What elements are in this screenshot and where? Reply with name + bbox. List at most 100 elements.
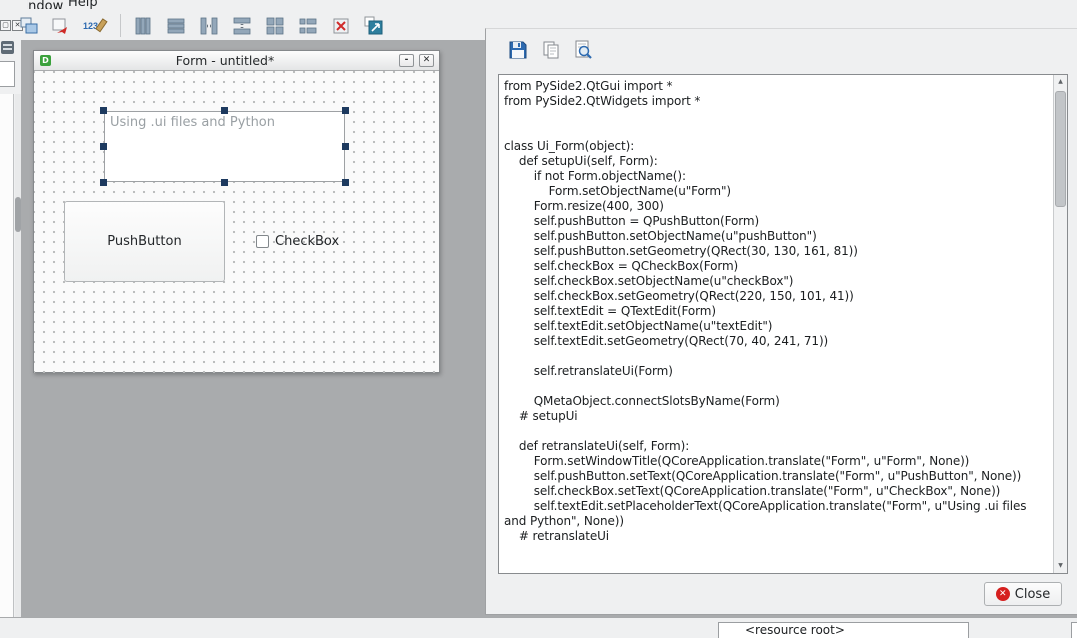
layout-horizontal-button[interactable] xyxy=(163,13,189,39)
copy-button[interactable] xyxy=(539,38,563,62)
save-icon xyxy=(507,39,529,61)
code-line: self.textEdit = QTextEdit(Form) xyxy=(504,304,1051,319)
selection-handle[interactable] xyxy=(100,143,107,150)
splitter-horizontal-button[interactable] xyxy=(229,13,255,39)
code-line xyxy=(504,109,1051,124)
form-canvas[interactable]: Using .ui files and Python PushButton Ch… xyxy=(34,71,439,373)
edit-widgets-icon xyxy=(19,16,39,36)
code-scrollbar-thumb[interactable] xyxy=(1055,91,1066,207)
code-line: self.textEdit.setPlaceholderText(QCoreAp… xyxy=(504,499,1051,514)
code-preview-dialog: from PySide2.QtGui import *from PySide2.… xyxy=(485,28,1077,615)
close-window-button[interactable]: ✕ xyxy=(419,54,434,67)
break-layout-icon xyxy=(331,16,351,36)
selection-handle[interactable] xyxy=(100,179,107,186)
code-line: self.pushButton.setGeometry(QRect(30, 13… xyxy=(504,244,1051,259)
code-line: self.checkBox = QCheckBox(Form) xyxy=(504,259,1051,274)
edit-widgets-button[interactable] xyxy=(16,13,42,39)
resource-list[interactable]: <resource root> xyxy=(718,622,969,638)
find-icon xyxy=(572,39,594,61)
break-layout-button[interactable] xyxy=(328,13,354,39)
form-editor-window: D Form - untitled* - ✕ Using .ui files a… xyxy=(33,50,440,373)
checkbox-indicator[interactable] xyxy=(256,235,269,248)
menubar: Window Help xyxy=(0,0,1077,9)
widget-box-list[interactable] xyxy=(0,94,14,638)
code-line: self.pushButton.setText(QCoreApplication… xyxy=(504,469,1051,484)
code-view[interactable]: from PySide2.QtGui import *from PySide2.… xyxy=(498,74,1068,574)
layout-grid-button[interactable] xyxy=(262,13,288,39)
find-button[interactable] xyxy=(571,38,595,62)
code-line: def setupUi(self, Form): xyxy=(504,154,1051,169)
code-line: # retranslateUi xyxy=(504,529,1051,544)
splitter-vertical-icon xyxy=(199,16,219,36)
close-icon: ✕ xyxy=(996,587,1010,601)
code-line: self.pushButton.setObjectName(u"pushButt… xyxy=(504,229,1051,244)
close-button-label: Close xyxy=(1015,587,1050,602)
form-window-titlebar[interactable]: D Form - untitled* - ✕ xyxy=(34,51,439,71)
code-line: from PySide2.QtWidgets import * xyxy=(504,94,1051,109)
code-line: class Ui_Form(object): xyxy=(504,139,1051,154)
code-line: self.textEdit.setObjectName(u"textEdit") xyxy=(504,319,1051,334)
menu-window[interactable]: Window xyxy=(27,0,65,9)
code-line: and Python", None)) xyxy=(504,514,1051,529)
edit-signals-button[interactable] xyxy=(48,13,74,39)
edit-tab-order-icon: 123 xyxy=(82,16,108,36)
widget-filter-input[interactable] xyxy=(0,61,15,87)
layout-vertical-icon xyxy=(133,16,153,36)
resource-panel-fragment xyxy=(1071,622,1077,638)
code-line: def retranslateUi(self, Form): xyxy=(504,439,1051,454)
copy-icon xyxy=(540,39,562,61)
splitter-vertical-button[interactable] xyxy=(196,13,222,39)
checkbox-widget[interactable]: CheckBox xyxy=(254,221,355,262)
code-line: Form.setObjectName(u"Form") xyxy=(504,184,1051,199)
layout-vertical-button[interactable] xyxy=(130,13,156,39)
edit-tab-order-button[interactable]: 123 xyxy=(80,13,110,39)
adjust-size-button[interactable] xyxy=(361,13,387,39)
selection-handle[interactable] xyxy=(342,179,349,186)
layout-form-button[interactable] xyxy=(295,13,321,39)
save-button[interactable] xyxy=(506,38,530,62)
splitter-horizontal-icon xyxy=(232,16,252,36)
scroll-down-arrow[interactable]: ▼ xyxy=(1054,559,1067,573)
close-button[interactable]: ✕ Close xyxy=(984,582,1062,606)
form-window-icon: D xyxy=(40,55,51,66)
code-line: Form.setWindowTitle(QCoreApplication.tra… xyxy=(504,454,1051,469)
code-line: self.checkBox.setText(QCoreApplication.t… xyxy=(504,484,1051,499)
code-scrollbar[interactable]: ▲ ▼ xyxy=(1053,75,1067,573)
layout-grid-icon xyxy=(265,16,285,36)
code-line xyxy=(504,349,1051,364)
code-line: self.checkBox.setObjectName(u"checkBox") xyxy=(504,274,1051,289)
selection-handle[interactable] xyxy=(342,143,349,150)
code-line: if not Form.objectName(): xyxy=(504,169,1051,184)
code-line: from PySide2.QtGui import * xyxy=(504,79,1051,94)
code-line: self.checkBox.setGeometry(QRect(220, 150… xyxy=(504,289,1051,304)
menu-help[interactable]: Help xyxy=(68,0,98,9)
selection-handle[interactable] xyxy=(100,107,107,114)
pushbutton-widget[interactable]: PushButton xyxy=(64,201,225,282)
code-line: self.pushButton = QPushButton(Form) xyxy=(504,214,1051,229)
scroll-up-arrow[interactable]: ▲ xyxy=(1054,75,1067,89)
selection-handle[interactable] xyxy=(221,179,228,186)
checkbox-label: CheckBox xyxy=(275,234,339,249)
selection-handle[interactable] xyxy=(221,107,228,114)
resource-browser-dock: <resource root> xyxy=(0,617,1077,638)
minimize-button[interactable]: - xyxy=(399,54,414,67)
code-line: QMetaObject.connectSlotsByName(Form) xyxy=(504,394,1051,409)
toolbar-separator xyxy=(120,14,121,37)
code-text: from PySide2.QtGui import *from PySide2.… xyxy=(499,75,1053,548)
layout-horizontal-icon xyxy=(166,16,186,36)
adjust-size-icon xyxy=(363,15,385,37)
edit-signals-icon xyxy=(51,16,71,36)
code-line xyxy=(504,424,1051,439)
svg-text:123: 123 xyxy=(83,21,98,31)
layout-form-icon xyxy=(298,16,318,36)
code-line xyxy=(504,379,1051,394)
code-line: self.textEdit.setGeometry(QRect(70, 40, … xyxy=(504,334,1051,349)
code-line: # setupUi xyxy=(504,409,1051,424)
selection-handle[interactable] xyxy=(342,107,349,114)
code-line: self.retranslateUi(Form) xyxy=(504,364,1051,379)
resource-root-item[interactable]: <resource root> xyxy=(745,623,845,637)
code-line xyxy=(504,124,1051,139)
textedit-widget[interactable]: Using .ui files and Python xyxy=(104,111,345,182)
form-window-title: Form - untitled* xyxy=(51,53,399,68)
textedit-placeholder: Using .ui files and Python xyxy=(105,112,344,130)
